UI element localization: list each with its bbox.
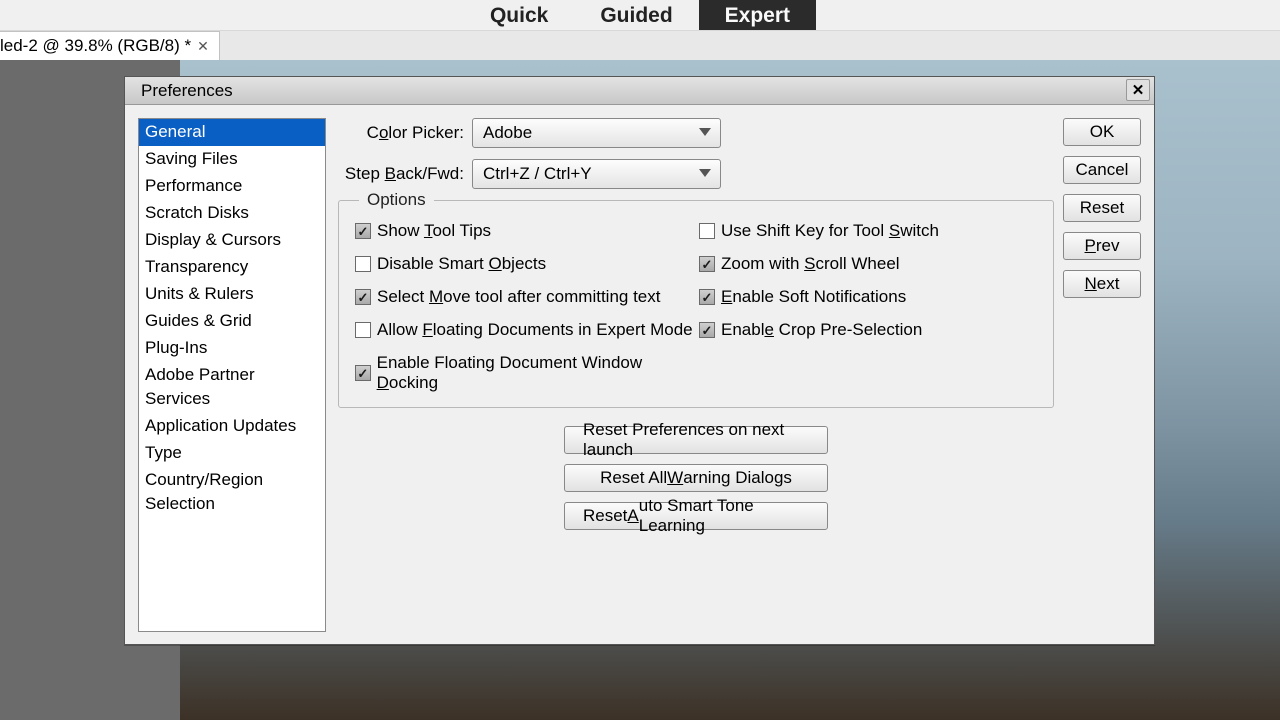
category-list: GeneralSaving FilesPerformanceScratch Di… — [138, 118, 326, 632]
checkbox-label: Disable Smart Objects — [377, 254, 546, 274]
checkbox-box[interactable] — [355, 256, 371, 272]
mode-guided[interactable]: Guided — [574, 0, 698, 30]
checkbox-box[interactable] — [355, 289, 371, 305]
checkbox-box[interactable] — [355, 365, 371, 381]
reset-button[interactable]: Reset — [1063, 194, 1141, 222]
option-checkbox[interactable]: Use Shift Key for Tool Switch — [699, 221, 1037, 241]
options-fieldset: Options Show Tool TipsUse Shift Key for … — [338, 200, 1054, 408]
step-back-fwd-dropdown[interactable]: Ctrl+Z / Ctrl+Y — [472, 159, 721, 189]
category-item[interactable]: Guides & Grid — [139, 308, 325, 335]
checkbox-label: Enable Soft Notifications — [721, 287, 906, 307]
checkbox-box[interactable] — [699, 223, 715, 239]
dialog-title: Preferences — [141, 81, 233, 101]
preferences-dialog: Preferences ✕ GeneralSaving FilesPerform… — [124, 76, 1155, 645]
cancel-button[interactable]: Cancel — [1063, 156, 1141, 184]
checkbox-label: Enable Floating Document Window Docking — [377, 353, 699, 393]
dialog-close-button[interactable]: ✕ — [1126, 79, 1150, 101]
checkbox-box[interactable] — [355, 322, 371, 338]
reset-buttons-group: Reset Preferences on next launch Reset Al… — [338, 426, 1054, 530]
option-checkbox[interactable]: Enable Floating Document Window Docking — [355, 353, 699, 393]
chevron-down-icon — [699, 128, 711, 136]
checkbox-box[interactable] — [699, 322, 715, 338]
option-checkbox[interactable]: Select Move tool after committing text — [355, 287, 699, 307]
category-item[interactable]: Display & Cursors — [139, 227, 325, 254]
mode-quick[interactable]: Quick — [464, 0, 574, 30]
reset-button[interactable]: Reset Auto Smart Tone Learning — [564, 502, 828, 530]
checkbox-box[interactable] — [699, 256, 715, 272]
category-item[interactable]: Units & Rulers — [139, 281, 325, 308]
color-picker-dropdown[interactable]: Adobe — [472, 118, 721, 148]
preferences-content: Color Picker: Adobe Step Back/Fwd: Ctrl+… — [338, 118, 1054, 530]
checkbox-label: Use Shift Key for Tool Switch — [721, 221, 939, 241]
category-item[interactable]: Scratch Disks — [139, 200, 325, 227]
color-picker-label: Color Picker: — [338, 123, 464, 143]
document-tab-strip: led-2 @ 39.8% (RGB/8) * ✕ — [0, 30, 1280, 60]
mode-expert[interactable]: Expert — [699, 0, 816, 30]
next-button[interactable]: Next — [1063, 270, 1141, 298]
ok-button[interactable]: OK — [1063, 118, 1141, 146]
dialog-title-bar[interactable]: Preferences ✕ — [125, 77, 1154, 105]
category-item[interactable]: Application Updates — [139, 413, 325, 440]
checkbox-label: Show Tool Tips — [377, 221, 491, 241]
category-item[interactable]: Transparency — [139, 254, 325, 281]
dialog-right-buttons: OK Cancel Reset Prev Next — [1063, 118, 1141, 298]
category-item[interactable]: Saving Files — [139, 146, 325, 173]
category-item[interactable]: Performance — [139, 173, 325, 200]
options-legend: Options — [359, 190, 434, 210]
mode-bar: Quick Guided Expert — [0, 0, 1280, 30]
checkbox-label: Enable Crop Pre-Selection — [721, 320, 922, 340]
step-back-fwd-label: Step Back/Fwd: — [338, 164, 464, 184]
close-icon[interactable]: ✕ — [197, 38, 209, 55]
category-item[interactable]: Type — [139, 440, 325, 467]
option-checkbox[interactable]: Enable Soft Notifications — [699, 287, 1037, 307]
document-tab-label: led-2 @ 39.8% (RGB/8) * — [0, 36, 191, 56]
checkbox-label: Zoom with Scroll Wheel — [721, 254, 900, 274]
reset-button[interactable]: Reset Preferences on next launch — [564, 426, 828, 454]
checkbox-box[interactable] — [699, 289, 715, 305]
category-item[interactable]: Plug-Ins — [139, 335, 325, 362]
option-checkbox[interactable]: Zoom with Scroll Wheel — [699, 254, 1037, 274]
category-item[interactable]: General — [139, 119, 325, 146]
category-item[interactable]: Adobe Partner Services — [139, 362, 325, 413]
reset-button[interactable]: Reset All Warning Dialogs — [564, 464, 828, 492]
checkbox-label: Allow Floating Documents in Expert Mode — [377, 320, 693, 340]
category-item[interactable]: Country/Region Selection — [139, 467, 325, 518]
option-checkbox[interactable]: Show Tool Tips — [355, 221, 699, 241]
option-checkbox[interactable]: Enable Crop Pre-Selection — [699, 320, 1037, 340]
prev-button[interactable]: Prev — [1063, 232, 1141, 260]
chevron-down-icon — [699, 169, 711, 177]
option-checkbox[interactable]: Disable Smart Objects — [355, 254, 699, 274]
document-tab[interactable]: led-2 @ 39.8% (RGB/8) * ✕ — [0, 31, 220, 61]
checkbox-box[interactable] — [355, 223, 371, 239]
option-checkbox[interactable]: Allow Floating Documents in Expert Mode — [355, 320, 699, 340]
checkbox-label: Select Move tool after committing text — [377, 287, 660, 307]
